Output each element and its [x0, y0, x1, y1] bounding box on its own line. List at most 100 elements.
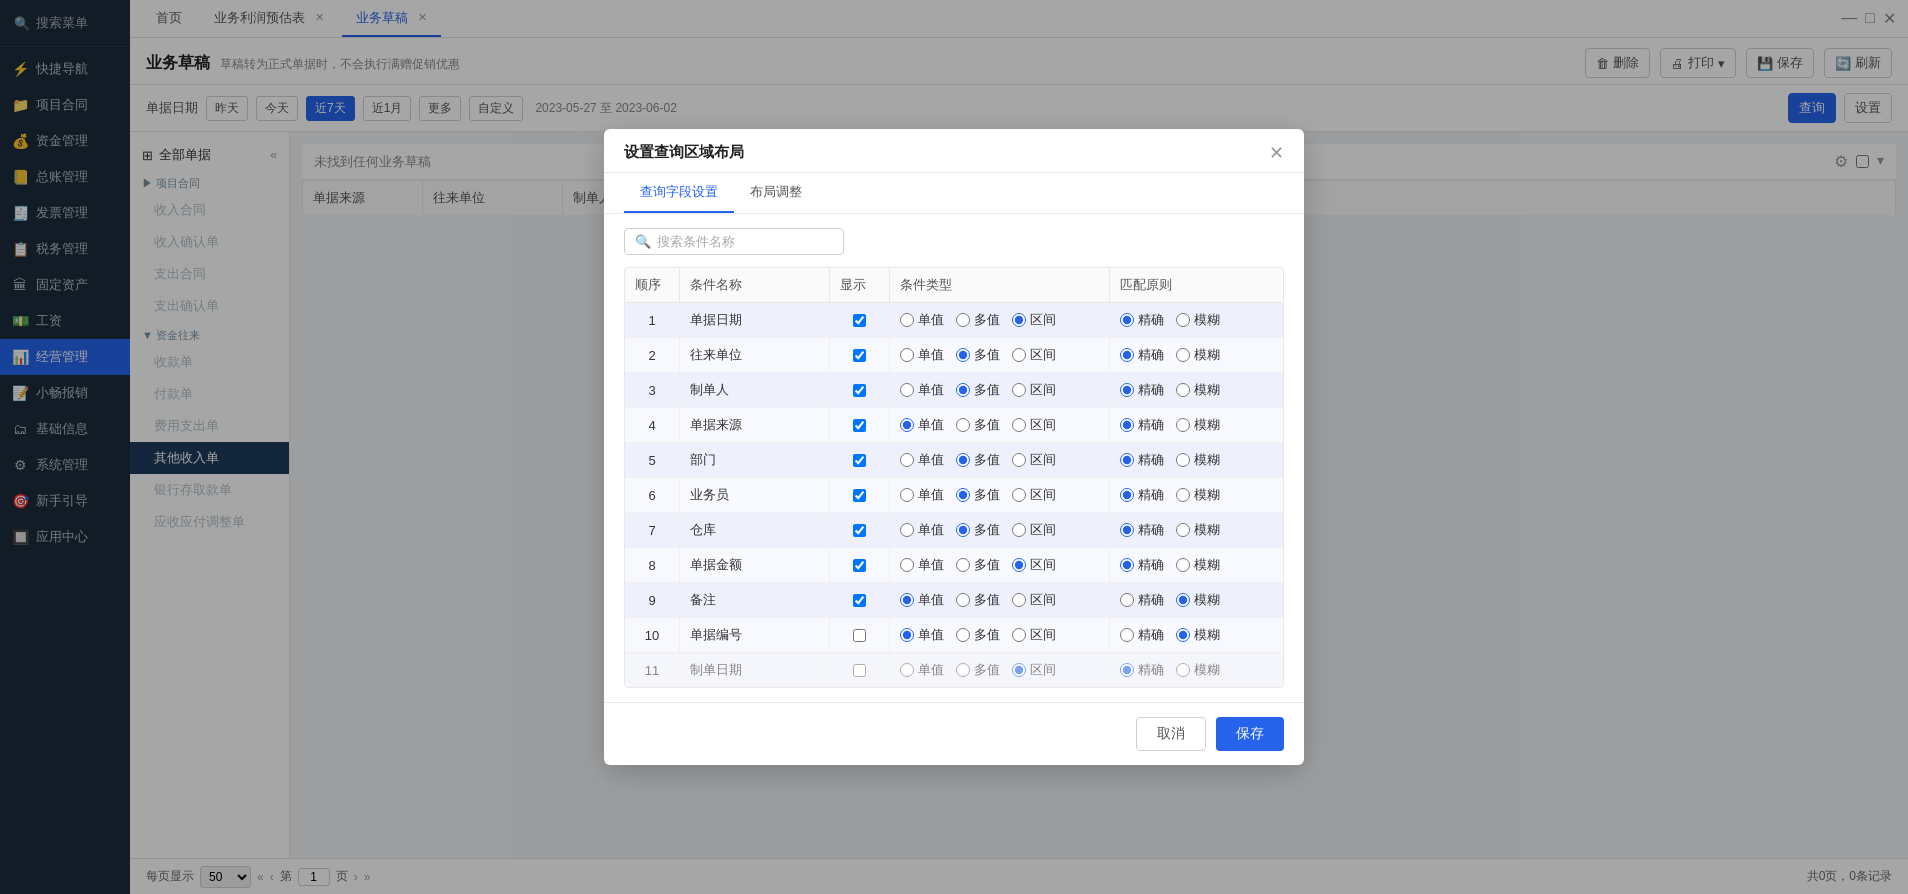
cell-name: 部门: [680, 443, 830, 477]
type-radio-multi[interactable]: [956, 313, 970, 327]
cell-name: 单据来源: [680, 408, 830, 442]
type-radio-range[interactable]: [1012, 488, 1026, 502]
match-radio-exact[interactable]: [1120, 523, 1134, 537]
match-radio-fuzzy[interactable]: [1176, 453, 1190, 467]
cell-order: 10: [625, 618, 680, 652]
match-radio-fuzzy[interactable]: [1176, 488, 1190, 502]
type-radio-single[interactable]: [900, 523, 914, 537]
cell-display[interactable]: [830, 373, 890, 407]
cell-display[interactable]: [830, 548, 890, 582]
type-radio-range[interactable]: [1012, 523, 1026, 537]
display-checkbox[interactable]: [853, 629, 866, 642]
match-radio-fuzzy[interactable]: [1176, 628, 1190, 642]
match-radio-exact[interactable]: [1120, 418, 1134, 432]
modal-tab-field-settings[interactable]: 查询字段设置: [624, 173, 734, 213]
type-radio-single[interactable]: [900, 558, 914, 572]
type-radio-range[interactable]: [1012, 663, 1026, 677]
cell-type: 单值 多值 区间: [890, 443, 1110, 477]
match-radio-exact[interactable]: [1120, 593, 1134, 607]
display-checkbox[interactable]: [853, 349, 866, 362]
match-radio-fuzzy[interactable]: [1176, 313, 1190, 327]
match-radio-fuzzy[interactable]: [1176, 418, 1190, 432]
cell-display[interactable]: [830, 513, 890, 547]
modal-tab-layout[interactable]: 布局调整: [734, 173, 818, 213]
display-checkbox[interactable]: [853, 524, 866, 537]
display-checkbox[interactable]: [853, 419, 866, 432]
type-radio-range[interactable]: [1012, 313, 1026, 327]
cell-match: 精确 模糊: [1110, 373, 1284, 407]
match-radio-exact[interactable]: [1120, 383, 1134, 397]
cell-display[interactable]: [830, 408, 890, 442]
display-checkbox[interactable]: [853, 454, 866, 467]
cell-name: 往来单位: [680, 338, 830, 372]
save-modal-button[interactable]: 保存: [1216, 717, 1284, 751]
type-radio-single[interactable]: [900, 453, 914, 467]
cell-order: 9: [625, 583, 680, 617]
type-radio-single[interactable]: [900, 628, 914, 642]
cell-type: 单值 多值 区间: [890, 653, 1110, 687]
type-radio-multi[interactable]: [956, 593, 970, 607]
display-checkbox[interactable]: [853, 384, 866, 397]
th-type: 条件类型: [890, 268, 1110, 302]
type-radio-multi[interactable]: [956, 663, 970, 677]
cell-display[interactable]: [830, 443, 890, 477]
modal-close-button[interactable]: ✕: [1269, 144, 1284, 162]
cell-name: 业务员: [680, 478, 830, 512]
type-radio-range[interactable]: [1012, 593, 1026, 607]
cancel-button[interactable]: 取消: [1136, 717, 1206, 751]
match-radio-fuzzy[interactable]: [1176, 348, 1190, 362]
cell-display[interactable]: [830, 303, 890, 337]
cell-name: 备注: [680, 583, 830, 617]
type-radio-single[interactable]: [900, 313, 914, 327]
type-radio-range[interactable]: [1012, 558, 1026, 572]
match-radio-fuzzy[interactable]: [1176, 663, 1190, 677]
cell-display[interactable]: [830, 338, 890, 372]
cell-match: 精确 模糊: [1110, 653, 1284, 687]
modal-search-input[interactable]: [657, 234, 833, 249]
table-row: 8 单据金额 单值 多值 区间: [625, 548, 1283, 583]
display-checkbox[interactable]: [853, 594, 866, 607]
cell-display[interactable]: [830, 478, 890, 512]
type-radio-multi[interactable]: [956, 628, 970, 642]
type-radio-multi[interactable]: [956, 383, 970, 397]
type-radio-multi[interactable]: [956, 348, 970, 362]
table-row: 7 仓库 单值 多值 区间: [625, 513, 1283, 548]
type-radio-single[interactable]: [900, 593, 914, 607]
match-radio-fuzzy[interactable]: [1176, 383, 1190, 397]
type-radio-single[interactable]: [900, 418, 914, 432]
modal-search-box[interactable]: 🔍: [624, 228, 844, 255]
match-radio-fuzzy[interactable]: [1176, 593, 1190, 607]
type-radio-multi[interactable]: [956, 523, 970, 537]
type-radio-multi[interactable]: [956, 418, 970, 432]
match-radio-exact[interactable]: [1120, 558, 1134, 572]
display-checkbox[interactable]: [853, 314, 866, 327]
match-radio-exact[interactable]: [1120, 313, 1134, 327]
type-radio-range[interactable]: [1012, 628, 1026, 642]
type-radio-range[interactable]: [1012, 383, 1026, 397]
type-radio-single[interactable]: [900, 663, 914, 677]
match-radio-exact[interactable]: [1120, 453, 1134, 467]
cell-display[interactable]: [830, 618, 890, 652]
match-radio-exact[interactable]: [1120, 628, 1134, 642]
match-radio-fuzzy[interactable]: [1176, 523, 1190, 537]
display-checkbox[interactable]: [853, 489, 866, 502]
display-checkbox[interactable]: [853, 664, 866, 677]
type-radio-single[interactable]: [900, 488, 914, 502]
table-row: 2 往来单位 单值 多值 区间: [625, 338, 1283, 373]
type-radio-single[interactable]: [900, 348, 914, 362]
cell-display[interactable]: [830, 653, 890, 687]
match-radio-exact[interactable]: [1120, 348, 1134, 362]
type-radio-range[interactable]: [1012, 453, 1026, 467]
type-radio-range[interactable]: [1012, 348, 1026, 362]
type-radio-single[interactable]: [900, 383, 914, 397]
cell-order: 3: [625, 373, 680, 407]
display-checkbox[interactable]: [853, 559, 866, 572]
match-radio-fuzzy[interactable]: [1176, 558, 1190, 572]
match-radio-exact[interactable]: [1120, 663, 1134, 677]
match-radio-exact[interactable]: [1120, 488, 1134, 502]
type-radio-multi[interactable]: [956, 558, 970, 572]
cell-display[interactable]: [830, 583, 890, 617]
type-radio-range[interactable]: [1012, 418, 1026, 432]
type-radio-multi[interactable]: [956, 453, 970, 467]
type-radio-multi[interactable]: [956, 488, 970, 502]
